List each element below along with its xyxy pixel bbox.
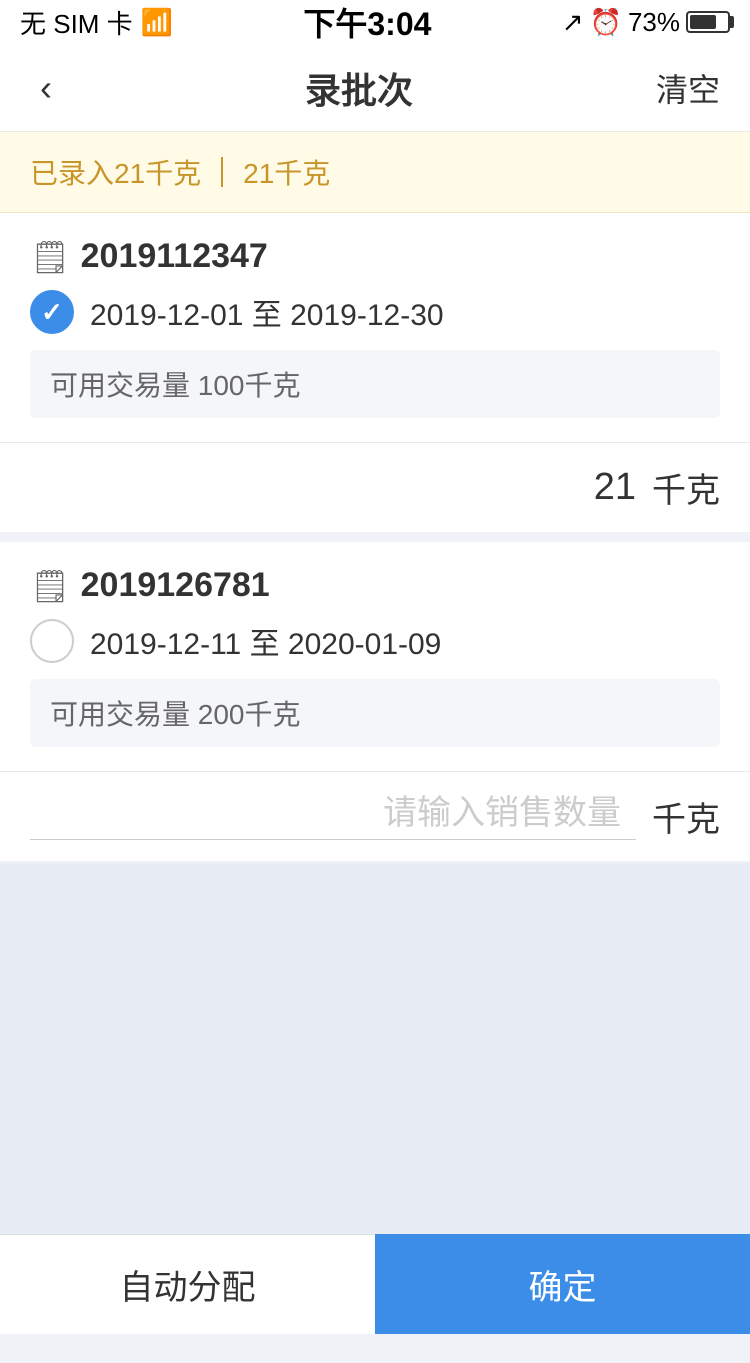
batch-1-quantity-row: 21 千克 [0,442,750,532]
batch-2-number: 2019126781 [81,566,270,605]
content-area: 🗒 2019112347 2019-12-01 至 2019-12-30 可用交… [0,213,750,1363]
batch-2-icon: 🗒 [30,567,71,605]
batch-1-available: 可用交易量 100千克 [30,350,720,418]
empty-area [0,863,750,1263]
batch-card-2-content: 🗒 2019126781 2019-12-11 至 2020-01-09 可用交… [0,542,750,771]
location-icon: ↗ [562,7,584,38]
total-label: 21千克 [243,152,330,192]
batch-1-number: 2019112347 [81,237,268,276]
status-right: ↗ ⏰ 73% [562,7,730,38]
batch-2-header: 🗒 2019126781 [30,566,720,605]
nav-bar: ‹ 录批次 清空 [0,44,750,132]
batch-1-quantity-value: 21 [594,466,636,509]
summary-divider [221,157,223,187]
batch-1-date-row[interactable]: 2019-12-01 至 2019-12-30 [30,290,720,334]
confirm-button[interactable]: 确定 [375,1234,750,1334]
batch-2-radio[interactable] [30,619,74,663]
batch-1-radio[interactable] [30,290,74,334]
batch-1-header: 🗒 2019112347 [30,237,720,276]
batch-2-available: 可用交易量 200千克 [30,679,720,747]
status-bar: 无 SIM 卡 📶 下午3:04 ↗ ⏰ 73% [0,0,750,44]
page-title: 录批次 [305,62,413,114]
already-entered-label: 已录入21千克 [30,152,201,192]
batch-2-quantity-input[interactable] [30,794,636,840]
batch-card-1: 🗒 2019112347 2019-12-01 至 2019-12-30 可用交… [0,213,750,532]
batch-1-unit: 千克 [652,463,720,512]
bottom-bar: 自动分配 确定 [0,1234,750,1334]
batch-2-date-row[interactable]: 2019-12-11 至 2020-01-09 [30,619,720,663]
batch-2-unit: 千克 [652,792,720,841]
status-time: 下午3:04 [303,0,431,45]
batch-1-date: 2019-12-01 至 2019-12-30 [90,290,444,334]
alarm-icon: ⏰ [590,7,622,38]
batch-card-1-content: 🗒 2019112347 2019-12-01 至 2019-12-30 可用交… [0,213,750,442]
auto-distribute-button[interactable]: 自动分配 [0,1234,375,1334]
batch-2-quantity-input-row: 千克 [0,771,750,861]
batch-card-2: 🗒 2019126781 2019-12-11 至 2020-01-09 可用交… [0,542,750,861]
status-left: 无 SIM 卡 📶 [20,4,173,41]
summary-bar: 已录入21千克 21千克 [0,132,750,213]
batch-2-date: 2019-12-11 至 2020-01-09 [90,619,441,663]
battery-icon [686,11,730,33]
battery-percent: 73% [628,7,680,38]
clear-button[interactable]: 清空 [656,65,720,111]
batch-1-icon: 🗒 [30,238,71,276]
back-button[interactable]: ‹ [30,57,62,119]
no-sim-label: 无 SIM 卡 [20,4,133,41]
wifi-icon: 📶 [141,7,173,38]
